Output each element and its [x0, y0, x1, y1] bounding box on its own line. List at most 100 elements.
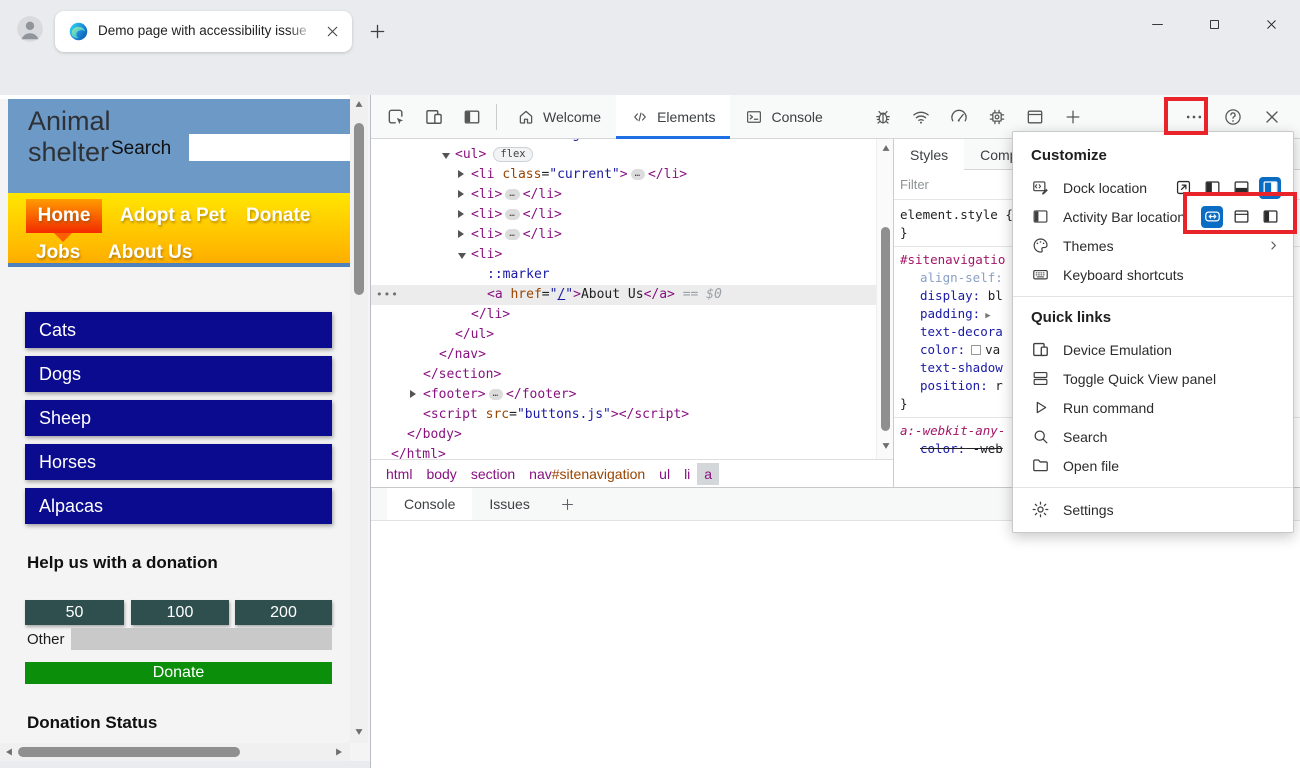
act-side-icon[interactable] — [1259, 206, 1281, 228]
styles-tab-styles[interactable]: Styles — [894, 139, 965, 170]
animal-button-sheep[interactable]: Sheep — [25, 400, 332, 436]
dom-tree-row[interactable]: <li> — [371, 245, 876, 265]
breadcrumb-item-ul[interactable]: ul — [652, 463, 677, 485]
dom-tree-row[interactable]: ••• <a href="/">About Us</a> == $0 — [371, 285, 876, 305]
menu-item-keyboard-shortcuts[interactable]: Keyboard shortcuts — [1013, 260, 1293, 289]
act-top-icon[interactable] — [1230, 206, 1252, 228]
memory-icon[interactable] — [978, 101, 1016, 133]
breadcrumb-item-li[interactable]: li — [677, 463, 697, 485]
dock-right-icon[interactable] — [1259, 176, 1281, 199]
browser-tab[interactable]: Demo page with accessibility issue — [55, 11, 352, 52]
color-swatch[interactable] — [971, 345, 982, 355]
drawer-tab-issues[interactable]: Issues — [472, 488, 546, 520]
menu-item-themes[interactable]: Themes — [1013, 231, 1293, 260]
expand-arrow-icon[interactable] — [458, 230, 468, 238]
close-icon[interactable] — [1254, 101, 1290, 133]
breadcrumb-item-section[interactable]: section — [464, 463, 522, 485]
donation-amount-50[interactable]: 50 — [25, 600, 124, 625]
nav-link-home[interactable]: Home — [26, 199, 102, 242]
nav-link-donate[interactable]: Donate — [246, 205, 310, 227]
issues-bug-icon[interactable] — [864, 101, 902, 133]
window-close-button[interactable] — [1243, 0, 1300, 48]
add-drawer-tab-icon[interactable] — [553, 489, 583, 519]
scroll-down-icon[interactable] — [352, 725, 366, 739]
menu-item-device-emulation[interactable]: Device Emulation — [1013, 335, 1293, 364]
drawer-tab-console[interactable]: Console — [387, 488, 473, 520]
dom-tree-row[interactable]: <li>… </li> — [371, 185, 876, 205]
other-amount-input[interactable] — [71, 628, 332, 650]
new-tab-button[interactable] — [367, 21, 388, 42]
dom-tree-row[interactable]: </html> — [371, 445, 876, 459]
animal-button-cats[interactable]: Cats — [25, 312, 332, 348]
dom-tree-row[interactable]: </section> — [371, 365, 876, 385]
collapsed-content-icon[interactable]: … — [505, 189, 520, 200]
inspect-icon[interactable] — [377, 101, 415, 133]
menu-item-activity-bar-location[interactable]: Activity Bar location — [1013, 202, 1293, 231]
dom-tree-row[interactable]: </body> — [371, 425, 876, 445]
undock-icon[interactable] — [1172, 177, 1194, 199]
menu-item-search[interactable]: Search — [1013, 422, 1293, 451]
animal-button-horses[interactable]: Horses — [25, 444, 332, 480]
dom-tree-row[interactable]: <script src="buttons.js"></script> — [371, 405, 876, 425]
dom-tree-row[interactable]: <li>… </li> — [371, 225, 876, 245]
page-vertical-scrollbar[interactable] — [350, 95, 368, 743]
dock-left-icon[interactable] — [1201, 177, 1223, 199]
page-horizontal-scrollbar[interactable] — [0, 743, 350, 761]
expand-arrow-icon[interactable] — [458, 170, 468, 178]
menu-item-run-command[interactable]: Run command — [1013, 393, 1293, 422]
performance-icon[interactable] — [940, 101, 978, 133]
act-horiz-icon[interactable] — [1201, 205, 1223, 228]
dom-tree-row[interactable]: <ul> flex — [371, 145, 876, 165]
breadcrumb-item-body[interactable]: body — [419, 463, 463, 485]
animal-button-alpacas[interactable]: Alpacas — [25, 488, 332, 524]
donation-amount-200[interactable]: 200 — [235, 600, 332, 625]
expand-arrow-icon[interactable] — [458, 253, 466, 263]
devtools-tab-elements[interactable]: Elements — [616, 94, 731, 139]
application-icon[interactable] — [1016, 101, 1054, 133]
customize-more-icon[interactable] — [1176, 101, 1212, 133]
help-icon[interactable] — [1215, 101, 1251, 133]
dom-scroll-thumb[interactable] — [880, 227, 890, 431]
scroll-up-icon[interactable] — [879, 141, 893, 155]
dock-bottom-icon[interactable] — [1230, 177, 1252, 199]
scroll-up-icon[interactable] — [352, 97, 366, 111]
menu-item-settings[interactable]: Settings — [1013, 495, 1293, 524]
expand-arrow-icon[interactable] — [410, 390, 420, 398]
collapsed-content-icon[interactable]: … — [488, 389, 504, 400]
dom-tree-row[interactable]: </nav> — [371, 345, 876, 365]
breadcrumb-item-a[interactable]: a — [697, 462, 720, 485]
devtools-tab-console[interactable]: Console — [730, 95, 837, 139]
scroll-left-icon[interactable] — [2, 745, 16, 759]
row-menu-dots-icon[interactable]: ••• — [376, 285, 399, 305]
search-input[interactable] — [189, 134, 352, 161]
breadcrumb-item-html[interactable]: html — [379, 463, 419, 485]
animal-button-dogs[interactable]: Dogs — [25, 356, 332, 392]
profile-avatar-icon[interactable] — [16, 15, 44, 43]
scroll-down-icon[interactable] — [879, 439, 893, 453]
nav-link-about-us[interactable]: About Us — [108, 242, 192, 264]
window-minimize-button[interactable] — [1129, 0, 1186, 48]
menu-item-dock-location[interactable]: Dock location — [1013, 173, 1293, 202]
flex-badge[interactable]: flex — [493, 147, 533, 162]
collapsed-content-icon[interactable]: … — [505, 209, 520, 220]
expand-arrow-icon[interactable] — [426, 139, 434, 143]
dom-tree-row[interactable]: ::marker — [371, 265, 876, 285]
dom-tree-row[interactable]: <footer>… </footer> — [371, 385, 876, 405]
dom-tree-row[interactable]: </li> — [371, 305, 876, 325]
donation-amount-100[interactable]: 100 — [131, 600, 229, 625]
expand-arrow-icon[interactable] — [458, 190, 468, 198]
dom-tree-row[interactable]: <li>… </li> — [371, 205, 876, 225]
menu-item-toggle-quick-view-panel[interactable]: Toggle Quick View panel — [1013, 364, 1293, 393]
dom-tree-row[interactable]: </ul> — [371, 325, 876, 345]
more-tools-icon[interactable] — [1054, 101, 1092, 133]
vertical-scroll-thumb[interactable] — [354, 123, 364, 295]
dom-tree-row[interactable]: <li class="current">… </li> — [371, 165, 876, 185]
tab-close-icon[interactable] — [324, 23, 341, 40]
donate-button[interactable]: Donate — [25, 662, 332, 684]
device-emulation-icon[interactable] — [415, 101, 453, 133]
scroll-right-icon[interactable] — [332, 745, 346, 759]
nav-link-adopt-a-pet[interactable]: Adopt a Pet — [120, 205, 226, 227]
activity-bar-icon[interactable] — [453, 101, 491, 133]
expand-arrow-icon[interactable] — [458, 210, 468, 218]
collapsed-content-icon[interactable]: … — [630, 169, 645, 180]
